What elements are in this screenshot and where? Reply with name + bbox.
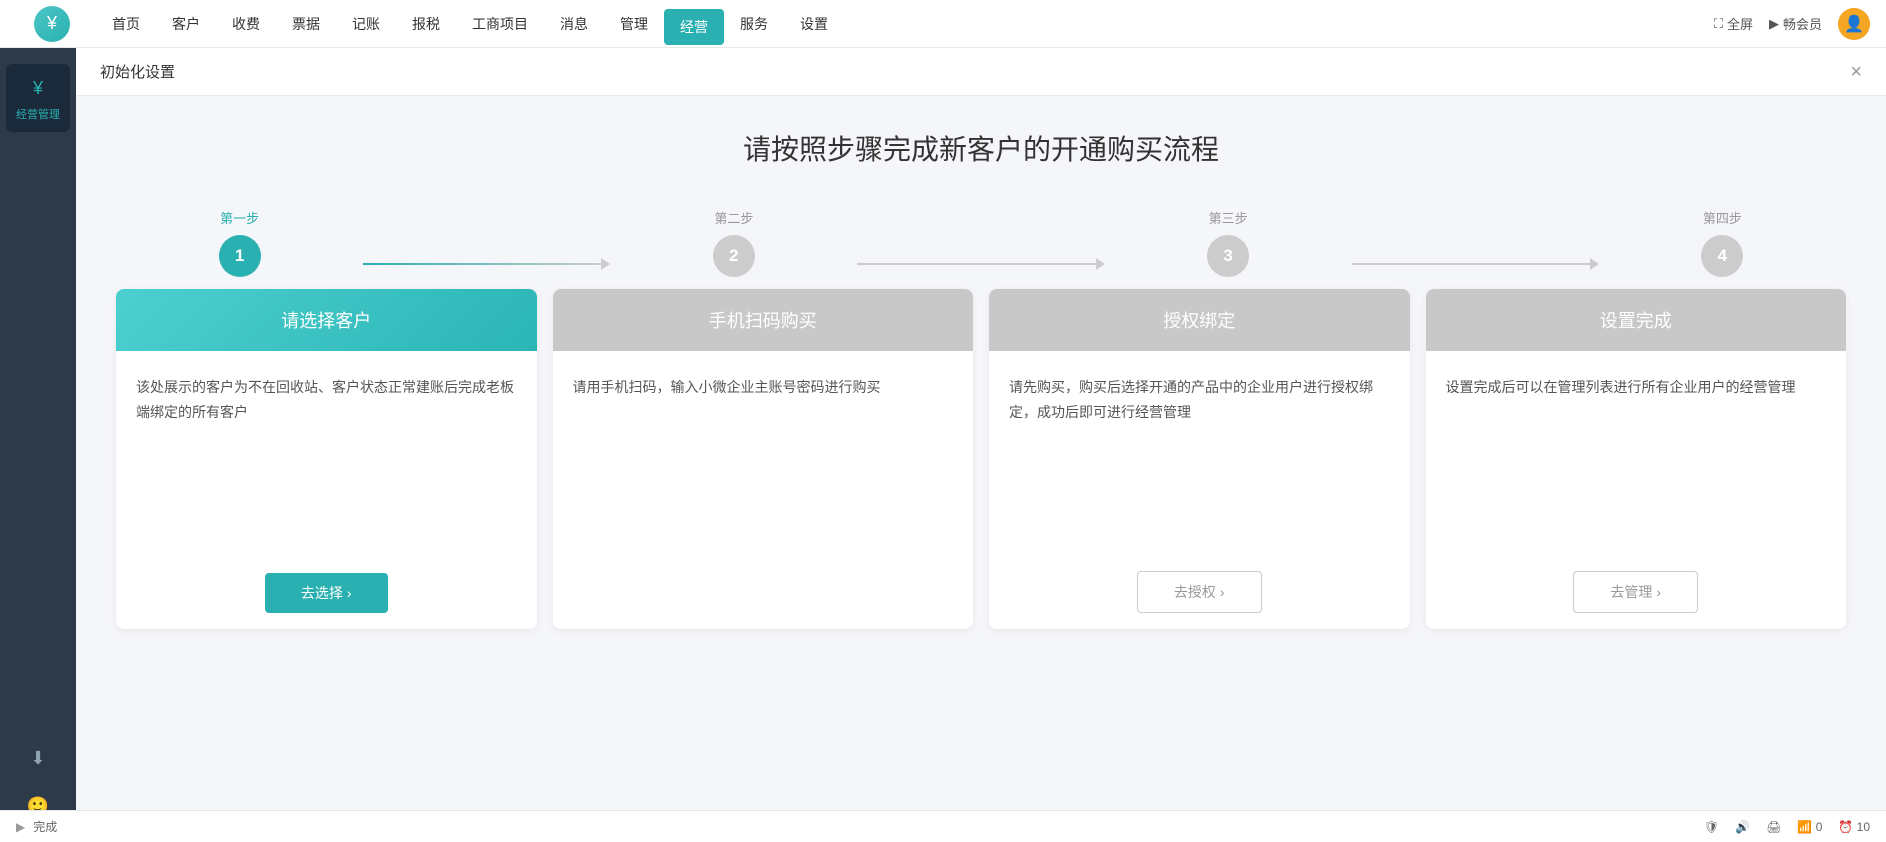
step-2-header: 第二步 2 bbox=[610, 208, 857, 277]
step-3-label: 第三步 bbox=[1209, 208, 1248, 227]
card-3-footer: 去授权 › bbox=[989, 555, 1410, 629]
avatar[interactable]: 👤 bbox=[1838, 8, 1870, 40]
step-card-4: 设置完成 设置完成后可以在管理列表进行所有企业用户的经营管理 去管理 › bbox=[1426, 289, 1847, 629]
step-card-1: 请选择客户 该处展示的客户为不在回收站、客户状态正常建账后完成老板端绑定的所有客… bbox=[116, 289, 537, 629]
select-arrow-icon: › bbox=[347, 585, 352, 601]
step-4-circle: 4 bbox=[1701, 235, 1743, 277]
card-1-header: 请选择客户 bbox=[116, 289, 537, 351]
status-bar: ▶ 完成 🛡 🔊 🖨 📶 0 ⏰ 10 bbox=[0, 810, 1886, 842]
nav-item-首页[interactable]: 首页 bbox=[96, 0, 156, 48]
play-icon: ▶ bbox=[1769, 16, 1779, 32]
nav-item-管理[interactable]: 管理 bbox=[604, 0, 664, 48]
step-3-circle: 3 bbox=[1207, 235, 1249, 277]
nav-item-票据[interactable]: 票据 bbox=[276, 0, 336, 48]
nav-item-记账[interactable]: 记账 bbox=[336, 0, 396, 48]
step-1-header: 第一步 1 bbox=[116, 208, 363, 277]
card-4-header: 设置完成 bbox=[1426, 289, 1847, 351]
card-2-body: 请用手机扫码，输入小微企业主账号密码进行购买 bbox=[553, 351, 974, 597]
download-icon[interactable]: ⬇ bbox=[18, 738, 58, 778]
nav-item-报税[interactable]: 报税 bbox=[396, 0, 456, 48]
sidebar-item-label: 经营管理 bbox=[16, 106, 60, 122]
connector-2-3 bbox=[857, 258, 1104, 270]
step-4-header: 第四步 4 bbox=[1599, 208, 1846, 277]
shield-icon: 🛡 bbox=[1704, 820, 1719, 834]
nav-item-工商项目[interactable]: 工商项目 bbox=[456, 0, 544, 48]
nav-item-收费[interactable]: 收费 bbox=[216, 0, 276, 48]
manage-arrow-icon: › bbox=[1656, 584, 1661, 600]
main-content: 初始化设置 × 请按照步骤完成新客户的开通购买流程 第一步 1 bbox=[76, 48, 1886, 842]
steps-container: 请按照步骤完成新客户的开通购买流程 第一步 1 第二步 bbox=[76, 96, 1886, 661]
svg-text:👤: 👤 bbox=[1844, 14, 1864, 33]
card-1-body: 该处展示的客户为不在回收站、客户状态正常建账后完成老板端绑定的所有客户 bbox=[116, 351, 537, 557]
status-bar-right: 🛡 🔊 🖨 📶 0 ⏰ 10 bbox=[1704, 820, 1870, 834]
authorize-arrow-icon: › bbox=[1220, 584, 1225, 600]
status-bar-left: ▶ 完成 bbox=[16, 818, 57, 835]
page-title: 初始化设置 bbox=[100, 61, 175, 82]
go-manage-button[interactable]: 去管理 › bbox=[1573, 571, 1698, 613]
network-status: 📶 0 bbox=[1797, 820, 1822, 834]
connector-1-2 bbox=[363, 258, 610, 270]
card-1-footer: 去选择 › bbox=[116, 557, 537, 629]
nav-items: 首页客户收费票据记账报税工商项目消息管理经营服务设置 bbox=[96, 0, 1714, 48]
step-1-label: 第一步 bbox=[220, 208, 259, 227]
step-cards: 请选择客户 该处展示的客户为不在回收站、客户状态正常建账后完成老板端绑定的所有客… bbox=[116, 289, 1846, 629]
card-2-footer bbox=[553, 597, 974, 629]
fullscreen-icon: ⛶ bbox=[1714, 16, 1723, 32]
step-2-label: 第二步 bbox=[714, 208, 753, 227]
jingying-icon: ¥ bbox=[24, 74, 52, 102]
go-authorize-button[interactable]: 去授权 › bbox=[1137, 571, 1262, 613]
volume-icon: 🔊 bbox=[1735, 820, 1750, 834]
nav-right: ⛶ 全屏 ▶ 畅会员 👤 bbox=[1714, 8, 1870, 40]
card-3-header: 授权绑定 bbox=[989, 289, 1410, 351]
layout: ¥ 经营管理 ⬇ 🙂 初始化设置 × 请按照步骤完成新客户的开通购买流程 第一步 bbox=[0, 48, 1886, 842]
nav-item-设置[interactable]: 设置 bbox=[784, 0, 844, 48]
step-2-circle: 2 bbox=[713, 235, 755, 277]
fullscreen-btn[interactable]: ⛶ 全屏 bbox=[1714, 14, 1753, 33]
card-4-body: 设置完成后可以在管理列表进行所有企业用户的经营管理 bbox=[1426, 351, 1847, 555]
status-text: 完成 bbox=[33, 818, 57, 835]
top-nav: ¥ 首页客户收费票据记账报税工商项目消息管理经营服务设置 ⛶ 全屏 ▶ 畅会员 … bbox=[0, 0, 1886, 48]
member-btn[interactable]: ▶ 畅会员 bbox=[1769, 14, 1822, 33]
close-button[interactable]: × bbox=[1850, 62, 1862, 82]
card-4-footer: 去管理 › bbox=[1426, 555, 1847, 629]
sidebar: ¥ 经营管理 ⬇ 🙂 bbox=[0, 48, 76, 842]
card-2-header: 手机扫码购买 bbox=[553, 289, 974, 351]
connector-3-4 bbox=[1352, 258, 1599, 270]
card-3-body: 请先购买，购买后选择开通的产品中的企业用户进行授权绑定，成功后即可进行经营管理 bbox=[989, 351, 1410, 555]
play-button[interactable]: ▶ bbox=[16, 820, 25, 834]
nav-item-客户[interactable]: 客户 bbox=[156, 0, 216, 48]
logo-icon: ¥ bbox=[34, 6, 70, 42]
step-3-header: 第三步 3 bbox=[1105, 208, 1352, 277]
steps-heading: 请按照步骤完成新客户的开通购买流程 bbox=[116, 128, 1846, 168]
nav-item-消息[interactable]: 消息 bbox=[544, 0, 604, 48]
logo: ¥ bbox=[16, 6, 88, 42]
clock-status: ⏰ 10 bbox=[1838, 820, 1870, 834]
step-1-circle: 1 bbox=[219, 235, 261, 277]
page-header: 初始化设置 × bbox=[76, 48, 1886, 96]
step-card-3: 授权绑定 请先购买，购买后选择开通的产品中的企业用户进行授权绑定，成功后即可进行… bbox=[989, 289, 1410, 629]
step-4-label: 第四步 bbox=[1703, 208, 1742, 227]
step-card-2: 手机扫码购买 请用手机扫码，输入小微企业主账号密码进行购买 bbox=[553, 289, 974, 629]
print-icon: 🖨 bbox=[1766, 820, 1781, 834]
nav-item-经营[interactable]: 经营 bbox=[664, 9, 724, 45]
nav-item-服务[interactable]: 服务 bbox=[724, 0, 784, 48]
go-select-button[interactable]: 去选择 › bbox=[265, 573, 388, 613]
sidebar-item-jingying[interactable]: ¥ 经营管理 bbox=[6, 64, 70, 132]
